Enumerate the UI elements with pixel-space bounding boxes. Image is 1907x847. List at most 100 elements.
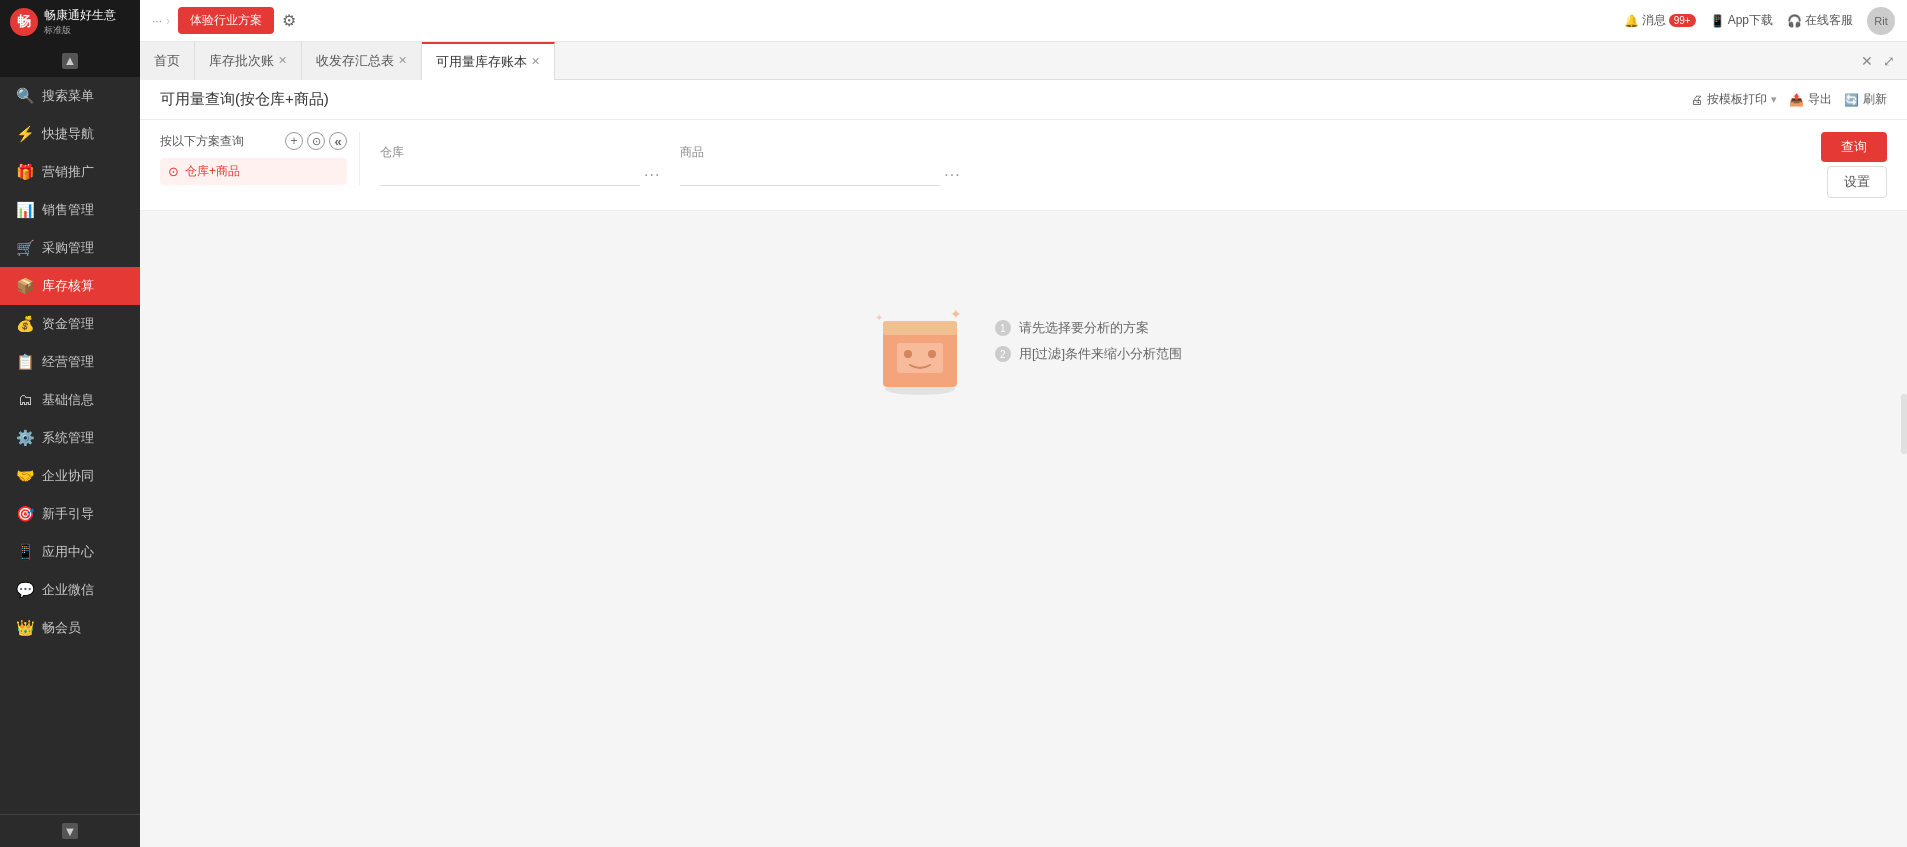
- filter-warehouse-field: 仓库 ···: [380, 144, 660, 186]
- brand-text: 畅康通好生意 标准版: [44, 8, 116, 37]
- brand-icon: 畅: [10, 8, 38, 36]
- sidebar-item-enterprise[interactable]: 🤝 企业协同: [0, 457, 140, 495]
- svg-rect-2: [883, 321, 957, 335]
- tip-num-1: 1: [995, 320, 1011, 336]
- page-header-actions: 🖨 按模板打印 ▾ 📤 导出 🔄 刷新: [1691, 91, 1887, 108]
- scheme-title: 按以下方案查询 + ⊙ «: [160, 132, 347, 150]
- scroll-indicator: [1901, 394, 1907, 454]
- page-title: 可用量查询(按仓库+商品): [160, 90, 329, 109]
- scheme-add-btn[interactable]: +: [285, 132, 303, 150]
- scheme-config-btn[interactable]: ⊙: [307, 132, 325, 150]
- message-btn[interactable]: 🔔 消息 99+: [1624, 12, 1696, 29]
- export-btn[interactable]: 📤 导出: [1789, 91, 1832, 108]
- close-window-btn[interactable]: ✕: [1857, 51, 1877, 71]
- filter-product-more-btn[interactable]: ···: [944, 166, 960, 184]
- empty-illustration: ✦ ✦: [865, 291, 965, 391]
- scheme-item-warehouse-product[interactable]: ⊙ 仓库+商品: [160, 158, 347, 185]
- tab-batch[interactable]: 库存批次账 ✕: [195, 42, 302, 80]
- sidebar-icon-apps: 📱: [16, 543, 34, 561]
- sidebar-item-apps[interactable]: 📱 应用中心: [0, 533, 140, 571]
- user-area[interactable]: Rit: [1867, 7, 1895, 35]
- sidebar-item-basic[interactable]: 🗂 基础信息: [0, 381, 140, 419]
- empty-tips: 1 请先选择要分析的方案 2 用[过滤]条件来缩小分析范围: [995, 319, 1182, 363]
- breadcrumb-chevron: ›: [166, 14, 170, 28]
- refresh-label: 刷新: [1863, 91, 1887, 108]
- sidebar-label-apps: 应用中心: [42, 543, 94, 561]
- topbar: ··· › 体验行业方案 ⚙ 🔔 消息 99+ 📱 App下载 🎧 在线客服 R…: [140, 0, 1907, 42]
- svg-text:✦: ✦: [875, 312, 883, 323]
- industry-solution-btn[interactable]: 体验行业方案: [178, 7, 274, 34]
- sidebar-item-wechat[interactable]: 💬 企业微信: [0, 571, 140, 609]
- online-support-btn[interactable]: 🎧 在线客服: [1787, 12, 1853, 29]
- svg-text:✦: ✦: [950, 306, 962, 322]
- tab-batch-label: 库存批次账: [209, 52, 274, 70]
- window-buttons: ✕ ⤢: [1857, 51, 1907, 71]
- tip-1-text: 请先选择要分析的方案: [1019, 319, 1149, 337]
- scheme-collapse-btn[interactable]: «: [329, 132, 347, 150]
- scheme-item-label: 仓库+商品: [185, 163, 240, 180]
- refresh-btn[interactable]: 🔄 刷新: [1844, 91, 1887, 108]
- sidebar-item-inventory[interactable]: 📦 库存核算: [0, 267, 140, 305]
- maximize-window-btn[interactable]: ⤢: [1879, 51, 1899, 71]
- query-btn[interactable]: 查询: [1821, 132, 1887, 162]
- tab-summary-close[interactable]: ✕: [398, 54, 407, 67]
- tab-available-label: 可用量库存账本: [436, 53, 527, 71]
- print-chevron: ▾: [1771, 93, 1777, 106]
- sidebar-item-sales[interactable]: 📊 销售管理: [0, 191, 140, 229]
- refresh-icon: 🔄: [1844, 93, 1859, 107]
- sidebar-item-member[interactable]: 👑 畅会员: [0, 609, 140, 647]
- sidebar-item-quicknav[interactable]: ⚡ 快捷导航: [0, 115, 140, 153]
- app-download-label: App下载: [1728, 12, 1773, 29]
- scroll-down-btn[interactable]: ▼: [62, 823, 78, 839]
- sidebar-icon-finance: 💰: [16, 315, 34, 333]
- support-icon: 🎧: [1787, 14, 1802, 28]
- sidebar-label-operation: 经营管理: [42, 353, 94, 371]
- tab-home[interactable]: 首页: [140, 42, 195, 80]
- print-btn[interactable]: 🖨 按模板打印 ▾: [1691, 91, 1777, 108]
- filter-product-input-area: ···: [680, 164, 960, 186]
- sidebar-icon-quicknav: ⚡: [16, 125, 34, 143]
- app-download-btn[interactable]: 📱 App下载: [1710, 12, 1773, 29]
- sidebar-icon-inventory: 📦: [16, 277, 34, 295]
- tab-available-close[interactable]: ✕: [531, 55, 540, 68]
- tab-summary[interactable]: 收发存汇总表 ✕: [302, 42, 422, 80]
- message-icon: 🔔: [1624, 14, 1639, 28]
- avatar: Rit: [1867, 7, 1895, 35]
- sidebar-icon-marketing: 🎁: [16, 163, 34, 181]
- sidebar-item-search[interactable]: 🔍 搜索菜单: [0, 77, 140, 115]
- filter-warehouse-more-btn[interactable]: ···: [644, 166, 660, 184]
- print-icon: 🖨: [1691, 93, 1703, 107]
- sidebar-item-operation[interactable]: 📋 经营管理: [0, 343, 140, 381]
- filter-warehouse-input[interactable]: [380, 164, 640, 186]
- sidebar-label-search: 搜索菜单: [42, 87, 94, 105]
- filter-product-field: 商品 ···: [680, 144, 960, 186]
- svg-point-4: [904, 350, 912, 358]
- sidebar-label-system: 系统管理: [42, 429, 94, 447]
- sidebar-item-purchase[interactable]: 🛒 采购管理: [0, 229, 140, 267]
- brand-area: 畅 畅康通好生意 标准版: [0, 0, 140, 45]
- filter-product-input[interactable]: [680, 164, 940, 186]
- query-settings-btn[interactable]: 设置: [1827, 166, 1887, 198]
- breadcrumb: ··· ›: [152, 14, 170, 28]
- sidebar: 畅 畅康通好生意 标准版 ▲ 🔍 搜索菜单 ⚡ 快捷导航 🎁 营销推广 📊 销售…: [0, 0, 140, 847]
- sidebar-item-finance[interactable]: 💰 资金管理: [0, 305, 140, 343]
- sidebar-label-finance: 资金管理: [42, 315, 94, 333]
- tab-summary-label: 收发存汇总表: [316, 52, 394, 70]
- filter-warehouse-label: 仓库: [380, 144, 660, 161]
- sidebar-label-basic: 基础信息: [42, 391, 94, 409]
- tip-2-text: 用[过滤]条件来缩小分析范围: [1019, 345, 1182, 363]
- settings-icon[interactable]: ⚙: [282, 11, 296, 30]
- sidebar-item-marketing[interactable]: 🎁 营销推广: [0, 153, 140, 191]
- tab-batch-close[interactable]: ✕: [278, 54, 287, 67]
- print-label: 按模板打印: [1707, 91, 1767, 108]
- sidebar-icon-search: 🔍: [16, 87, 34, 105]
- sidebar-item-system[interactable]: ⚙️ 系统管理: [0, 419, 140, 457]
- sidebar-item-guide[interactable]: 🎯 新手引导: [0, 495, 140, 533]
- svg-point-5: [928, 350, 936, 358]
- message-badge: 99+: [1669, 14, 1696, 27]
- tab-available[interactable]: 可用量库存账本 ✕: [422, 42, 555, 80]
- tip-num-2: 2: [995, 346, 1011, 362]
- sidebar-icon-sales: 📊: [16, 201, 34, 219]
- query-panel: 按以下方案查询 + ⊙ « ⊙ 仓库+商品 仓库: [140, 120, 1907, 211]
- scroll-up-btn[interactable]: ▲: [62, 53, 78, 69]
